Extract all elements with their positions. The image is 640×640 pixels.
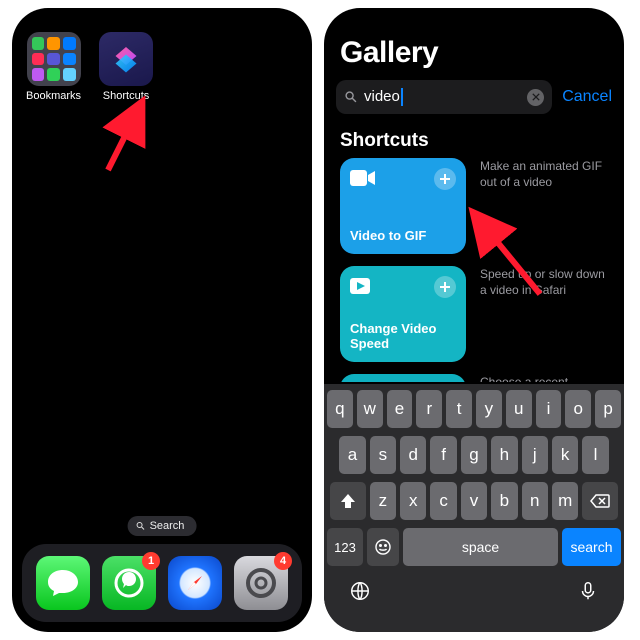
key-a[interactable]: a xyxy=(339,436,365,474)
messages-icon xyxy=(46,568,80,598)
badge: 1 xyxy=(142,552,160,570)
app-shortcuts[interactable]: Shortcuts xyxy=(99,32,153,102)
dock-app-settings[interactable]: 4 xyxy=(234,556,288,610)
result-row[interactable]: Video to GIF Make an animated GIF out of… xyxy=(340,158,608,254)
whatsapp-icon xyxy=(112,566,146,600)
text-caret xyxy=(401,88,403,106)
key-u[interactable]: u xyxy=(506,390,532,428)
key-s[interactable]: s xyxy=(370,436,396,474)
cancel-button[interactable]: Cancel xyxy=(562,88,612,106)
dock-app-safari[interactable] xyxy=(168,556,222,610)
dock: 1 4 xyxy=(22,544,302,622)
shortcut-card-partial[interactable] xyxy=(340,374,466,382)
plus-icon xyxy=(439,281,451,293)
result-row[interactable]: Choose a recent xyxy=(340,374,608,382)
key-x[interactable]: x xyxy=(400,482,426,520)
key-h[interactable]: h xyxy=(491,436,517,474)
search-key[interactable]: search xyxy=(562,528,621,566)
search-pill-label: Search xyxy=(150,520,185,532)
key-e[interactable]: e xyxy=(387,390,413,428)
badge: 4 xyxy=(274,552,292,570)
backspace-icon xyxy=(590,494,610,508)
key-t[interactable]: t xyxy=(446,390,472,428)
clear-search-button[interactable] xyxy=(527,89,544,106)
app-label: Shortcuts xyxy=(103,90,149,102)
dock-app-whatsapp[interactable]: 1 xyxy=(102,556,156,610)
key-y[interactable]: y xyxy=(476,390,502,428)
spotlight-search-pill[interactable]: Search xyxy=(128,516,197,536)
key-d[interactable]: d xyxy=(400,436,426,474)
folder-icon xyxy=(27,32,81,86)
key-j[interactable]: j xyxy=(522,436,548,474)
card-title: Video to GIF xyxy=(350,228,456,244)
play-icon xyxy=(350,276,376,296)
key-g[interactable]: g xyxy=(461,436,487,474)
results-section-header: Shortcuts xyxy=(340,130,429,152)
key-c[interactable]: c xyxy=(430,482,456,520)
phone-gallery: Gallery video Cancel Shortcuts Video t xyxy=(324,8,624,632)
shift-icon xyxy=(340,493,356,509)
plus-icon xyxy=(439,173,451,185)
shortcut-card-change-video-speed[interactable]: Change Video Speed xyxy=(340,266,466,362)
add-shortcut-button[interactable] xyxy=(434,276,456,298)
search-icon xyxy=(136,521,146,531)
emoji-icon xyxy=(374,538,392,556)
result-row[interactable]: Change Video Speed Speed up or slow down… xyxy=(340,266,608,362)
backspace-key[interactable] xyxy=(582,482,618,520)
add-shortcut-button[interactable] xyxy=(434,168,456,190)
card-description: Make an animated GIF out of a video xyxy=(480,158,608,254)
key-p[interactable]: p xyxy=(595,390,621,428)
key-f[interactable]: f xyxy=(430,436,456,474)
emoji-key[interactable] xyxy=(367,528,399,566)
close-icon xyxy=(532,93,540,101)
search-icon xyxy=(344,90,358,104)
key-o[interactable]: o xyxy=(565,390,591,428)
key-k[interactable]: k xyxy=(552,436,578,474)
dictation-icon[interactable] xyxy=(577,580,599,602)
video-camera-icon xyxy=(350,168,376,188)
space-key[interactable]: space xyxy=(403,528,558,566)
key-b[interactable]: b xyxy=(491,482,517,520)
key-l[interactable]: l xyxy=(582,436,608,474)
page-title: Gallery xyxy=(340,36,438,70)
numbers-key[interactable]: 123 xyxy=(327,528,363,566)
key-n[interactable]: n xyxy=(522,482,548,520)
key-m[interactable]: m xyxy=(552,482,578,520)
app-bookmarks-folder[interactable]: Bookmarks xyxy=(26,32,81,102)
key-i[interactable]: i xyxy=(536,390,562,428)
safari-icon xyxy=(175,563,215,603)
key-w[interactable]: w xyxy=(357,390,383,428)
search-query: video xyxy=(364,88,400,105)
gear-icon xyxy=(242,564,280,602)
card-title: Change Video Speed xyxy=(350,321,456,352)
app-label: Bookmarks xyxy=(26,90,81,102)
key-r[interactable]: r xyxy=(416,390,442,428)
search-input[interactable]: video xyxy=(336,80,552,114)
globe-icon[interactable] xyxy=(349,580,371,602)
phone-homescreen: Bookmarks Shortcuts Search xyxy=(12,8,312,632)
results-list: Video to GIF Make an animated GIF out of… xyxy=(340,158,608,382)
key-q[interactable]: q xyxy=(327,390,353,428)
shortcut-card-video-to-gif[interactable]: Video to GIF xyxy=(340,158,466,254)
home-app-row: Bookmarks Shortcuts xyxy=(26,32,153,102)
dock-app-messages[interactable] xyxy=(36,556,90,610)
card-description: Speed up or slow down a video in Safari xyxy=(480,266,608,362)
key-v[interactable]: v xyxy=(461,482,487,520)
keyboard: qwertyuiop asdfghjkl zxcvbnm 123 space s… xyxy=(324,384,624,632)
card-description: Choose a recent xyxy=(480,374,608,382)
shortcuts-icon xyxy=(99,32,153,86)
shift-key[interactable] xyxy=(330,482,366,520)
key-z[interactable]: z xyxy=(370,482,396,520)
